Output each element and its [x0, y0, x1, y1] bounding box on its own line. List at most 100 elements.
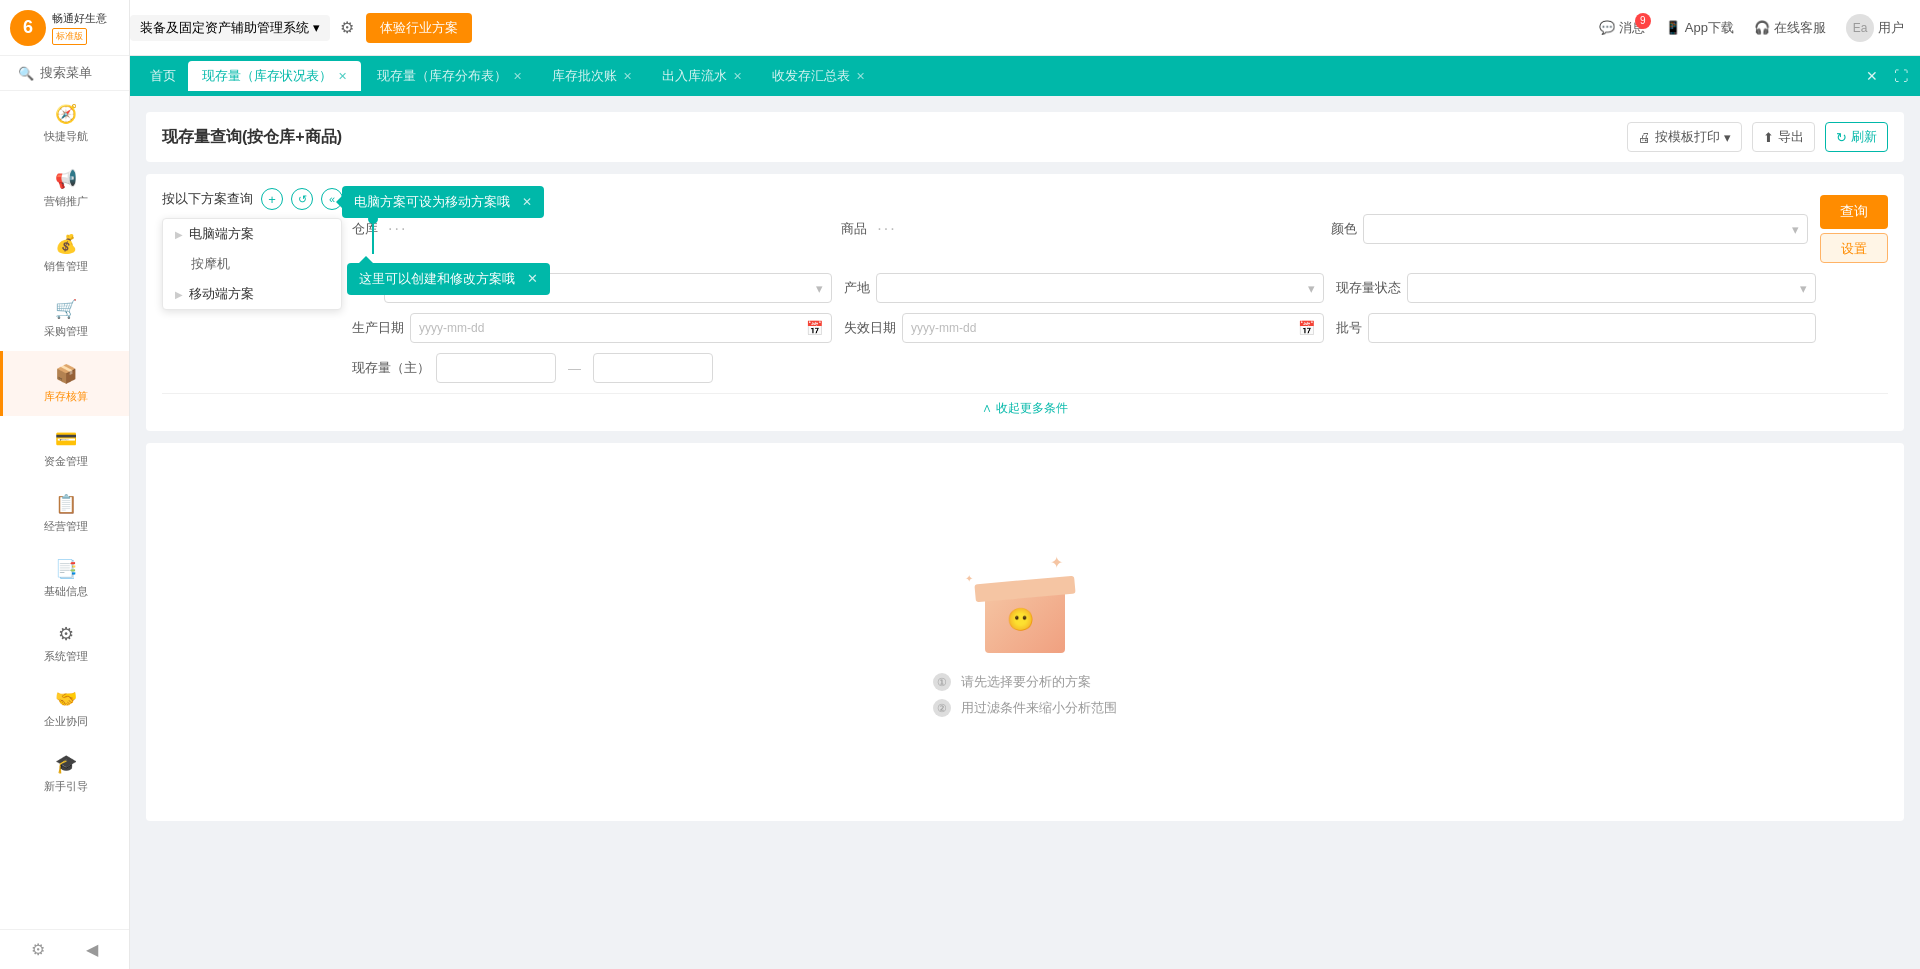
tooltip-edit: 这里可以创建和修改方案哦 ✕ — [347, 263, 550, 295]
tooltip-edit-wrapper: 这里可以创建和修改方案哦 ✕ — [347, 263, 550, 295]
tab-close-4[interactable]: ✕ — [856, 70, 865, 83]
stock-main-from[interactable] — [436, 353, 556, 383]
messages-btn[interactable]: 💬 消息 9 — [1599, 19, 1645, 37]
sidebar-item-sales[interactable]: 💰 销售管理 — [0, 221, 129, 286]
filter-group-inventory-status: 现存量状态 ▾ — [1336, 273, 1816, 303]
logo-text: 畅通好生意 标准版 — [52, 11, 107, 45]
tab-close-2[interactable]: ✕ — [623, 70, 632, 83]
sidebar-item-newbie[interactable]: 🎓 新手引导 — [0, 741, 129, 806]
sidebar-item-enterprise[interactable]: 🤝 企业协同 — [0, 676, 129, 741]
tooltip-scheme-close[interactable]: ✕ — [522, 195, 532, 209]
purchase-icon: 🛒 — [55, 298, 77, 320]
add-scheme-btn[interactable]: + — [261, 188, 283, 210]
newbie-icon: 🎓 — [55, 753, 77, 775]
sidebar-item-guide[interactable]: 🧭 快捷导航 — [0, 91, 129, 156]
top-header: 装备及固定资产辅助管理系统 ▾ ⚙ 体验行业方案 💬 消息 9 📱 App下载 … — [130, 0, 1920, 56]
sidebar-search[interactable]: 🔍 搜索菜单 — [0, 56, 129, 91]
exp-date-input[interactable]: yyyy-mm-dd 📅 — [902, 313, 1324, 343]
dot-connector — [368, 214, 378, 254]
exp-date-label: 失效日期 — [844, 319, 896, 337]
step2-num: ② — [933, 699, 951, 717]
export-btn[interactable]: ⬆ 导出 — [1752, 122, 1815, 152]
tab-inventory-distribution[interactable]: 现存量（库存分布表） ✕ — [363, 61, 536, 91]
tab-home[interactable]: 首页 — [138, 61, 188, 91]
batch-input[interactable] — [1368, 313, 1816, 343]
refresh-scheme-btn[interactable]: ↺ — [291, 188, 313, 210]
sidebar-item-system[interactable]: ⚙ 系统管理 — [0, 611, 129, 676]
sidebar-item-operations[interactable]: 📋 经营管理 — [0, 481, 129, 546]
origin-select[interactable]: ▾ — [876, 273, 1324, 303]
tab-summary[interactable]: 收发存汇总表 ✕ — [758, 61, 879, 91]
filter-group-batch: 批号 — [1336, 313, 1816, 343]
print-arrow-icon: ▾ — [1724, 130, 1731, 145]
collapse-sidebar-btn[interactable]: ◀ — [86, 940, 98, 959]
inventory-status-label: 现存量状态 — [1336, 279, 1401, 297]
scheme-item-mobile[interactable]: ▶ 移动端方案 — [163, 279, 341, 309]
filter-group-color: 颜色 ▾ — [1331, 214, 1808, 244]
batch-label: 批号 — [1336, 319, 1362, 337]
tab-label-2: 库存批次账 — [552, 67, 617, 85]
system-dropdown[interactable]: 装备及固定资产辅助管理系统 ▾ — [130, 15, 330, 41]
avatar-text: Ea — [1853, 21, 1868, 35]
tab-close-0[interactable]: ✕ — [338, 70, 347, 83]
reset-btn[interactable]: 设置 — [1820, 233, 1888, 263]
collapse-bar[interactable]: ∧ 收起更多条件 — [162, 393, 1888, 423]
product-dots[interactable]: ··· — [877, 220, 896, 238]
tab-label-1: 现存量（库存分布表） — [377, 67, 507, 85]
main-content: 现存量查询(按仓库+商品) 🖨 按模板打印 ▾ ⬆ 导出 ↻ 刷新 — [130, 96, 1920, 969]
online-support-btn[interactable]: 🎧 在线客服 — [1754, 19, 1826, 37]
warehouse-dots[interactable]: ··· — [388, 220, 407, 238]
industry-btn[interactable]: 体验行业方案 — [366, 13, 472, 43]
empty-illustration: 😶 ✦ ✦ — [965, 543, 1085, 653]
origin-select-arrow: ▾ — [1308, 281, 1315, 296]
user-btn[interactable]: Ea 用户 — [1846, 14, 1904, 42]
enterprise-icon: 🤝 — [55, 688, 77, 710]
scheme-item-desktop[interactable]: ▶ 电脑端方案 — [163, 219, 341, 249]
tooltip-edit-close[interactable]: ✕ — [527, 271, 538, 286]
settings-bottom-btn[interactable]: ⚙ — [31, 940, 45, 959]
tab-close-all-btn[interactable]: ✕ — [1862, 64, 1882, 88]
sidebar-item-purchase[interactable]: 🛒 采购管理 — [0, 286, 129, 351]
prod-date-label: 生产日期 — [352, 319, 404, 337]
operations-label: 经营管理 — [44, 519, 88, 534]
content-area: 现存量查询(按仓库+商品) 🖨 按模板打印 ▾ ⬆ 导出 ↻ 刷新 — [130, 96, 1920, 969]
print-btn[interactable]: 🖨 按模板打印 ▾ — [1627, 122, 1742, 152]
sidebar-bottom: ⚙ ◀ — [0, 929, 129, 969]
color-select-arrow: ▾ — [1792, 222, 1799, 237]
product-label: 商品 — [841, 220, 867, 238]
inventory-label: 库存核算 — [44, 389, 88, 404]
prod-date-input[interactable]: yyyy-mm-dd 📅 — [410, 313, 832, 343]
step1-text: 请先选择要分析的方案 — [961, 674, 1091, 689]
refresh-btn[interactable]: ↻ 刷新 — [1825, 122, 1888, 152]
system-name: 装备及固定资产辅助管理系统 — [140, 19, 309, 37]
basic-label: 基础信息 — [44, 584, 88, 599]
header-settings-btn[interactable]: ⚙ — [340, 18, 354, 37]
sidebar-logo: 6 畅通好生意 标准版 — [0, 0, 129, 56]
stock-main-to[interactable] — [593, 353, 713, 383]
sidebar-item-marketing[interactable]: 📢 营销推广 — [0, 156, 129, 221]
tab-inventory-status[interactable]: 现存量（库存状况表） ✕ — [188, 61, 361, 91]
tab-expand-btn[interactable]: ⛶ — [1890, 64, 1912, 88]
exp-date-calendar-icon: 📅 — [1298, 320, 1315, 336]
scheme-massage-label: 按摩机 — [191, 255, 230, 273]
headset-icon: 🎧 — [1754, 20, 1770, 35]
color-select[interactable]: ▾ — [1363, 214, 1808, 244]
scheme-mobile-label: 移动端方案 — [189, 285, 254, 303]
page-actions: 🖨 按模板打印 ▾ ⬆ 导出 ↻ 刷新 — [1627, 122, 1888, 152]
sidebar-item-finance[interactable]: 💳 资金管理 — [0, 416, 129, 481]
guide-icon: 🧭 — [55, 103, 77, 125]
scheme-item-massage[interactable]: 按摩机 — [163, 249, 341, 279]
tab-close-3[interactable]: ✕ — [733, 70, 742, 83]
app-download-btn[interactable]: 📱 App下载 — [1665, 19, 1734, 37]
logo-icon: 6 — [10, 10, 46, 46]
tab-batch-account[interactable]: 库存批次账 ✕ — [538, 61, 646, 91]
sidebar-item-basic[interactable]: 📑 基础信息 — [0, 546, 129, 611]
operations-icon: 📋 — [55, 493, 77, 515]
tab-close-1[interactable]: ✕ — [513, 70, 522, 83]
inventory-status-select[interactable]: ▾ — [1407, 273, 1816, 303]
tab-flow-record[interactable]: 出入库流水 ✕ — [648, 61, 756, 91]
empty-step2: ② 用过滤条件来缩小分析范围 — [933, 695, 1117, 721]
empty-step1: ① 请先选择要分析的方案 — [933, 669, 1117, 695]
sidebar-item-inventory[interactable]: 📦 库存核算 — [0, 351, 129, 416]
arrow-right-mobile-icon: ▶ — [175, 289, 183, 300]
